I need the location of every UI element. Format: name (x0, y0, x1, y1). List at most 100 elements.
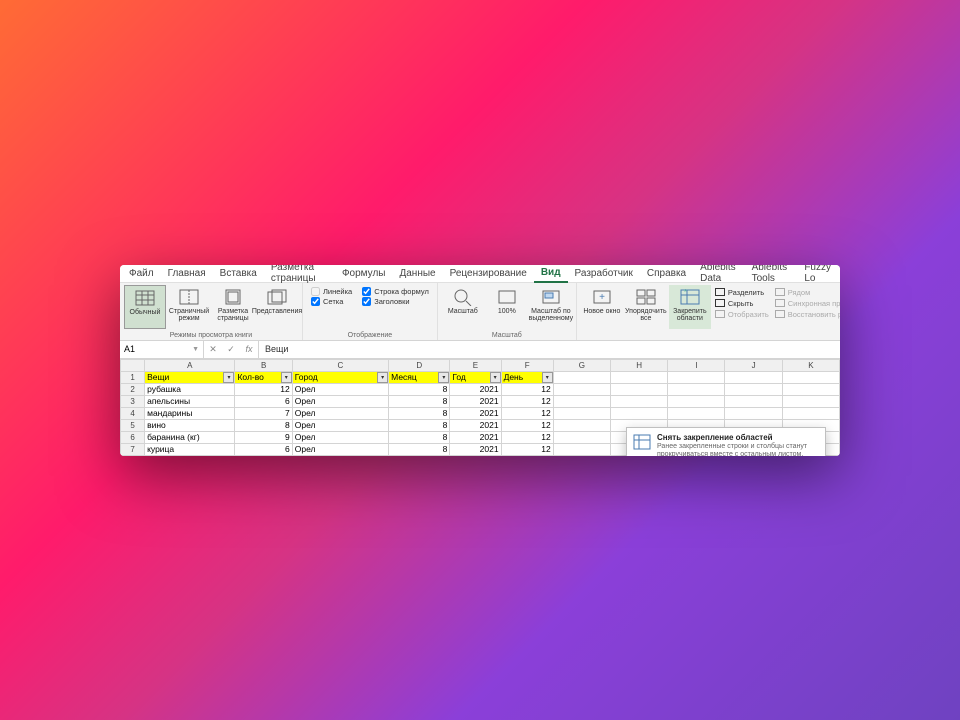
headings-checkbox[interactable]: Заголовки (362, 297, 429, 306)
fx-button[interactable]: fx (240, 341, 258, 358)
cell[interactable] (610, 395, 667, 407)
name-box[interactable]: A1 ▼ (120, 341, 204, 358)
cancel-formula-button[interactable]: ✕ (204, 341, 222, 358)
cell[interactable] (725, 407, 782, 419)
cell[interactable]: Орел (292, 443, 388, 455)
cell[interactable]: 8 (389, 383, 450, 395)
cell[interactable] (782, 371, 839, 383)
cell[interactable]: Город▾ (292, 371, 388, 383)
cell[interactable] (668, 407, 725, 419)
cell[interactable]: 9 (235, 431, 292, 443)
filter-dropdown-icon[interactable]: ▾ (223, 372, 234, 383)
filter-dropdown-icon[interactable]: ▾ (490, 372, 501, 383)
cell[interactable]: День▾ (501, 371, 553, 383)
cell[interactable]: 12 (501, 395, 553, 407)
cell[interactable] (610, 371, 667, 383)
custom-views-button[interactable]: Представления (256, 285, 298, 329)
tab-help[interactable]: Справка (640, 265, 693, 282)
cell[interactable]: 12 (235, 383, 292, 395)
page-break-view-button[interactable]: Страничный режим (168, 285, 210, 329)
cell[interactable]: 2021 (450, 419, 501, 431)
filter-dropdown-icon[interactable]: ▾ (438, 372, 449, 383)
row-header[interactable]: 5 (121, 419, 145, 431)
new-window-button[interactable]: + Новое окно (581, 285, 623, 329)
cell[interactable]: 2021 (450, 383, 501, 395)
cell[interactable]: 8 (389, 395, 450, 407)
hide-button[interactable]: Скрыть (715, 298, 769, 309)
row-header[interactable]: 6 (121, 431, 145, 443)
ruler-checkbox[interactable]: Линейка (311, 287, 352, 296)
cell[interactable]: 8 (389, 443, 450, 455)
cell[interactable]: 12 (501, 383, 553, 395)
tab-data[interactable]: Данные (392, 265, 442, 282)
cell[interactable]: Орел (292, 407, 388, 419)
cell[interactable]: Орел (292, 419, 388, 431)
col-header-c[interactable]: C (292, 359, 388, 371)
tab-view[interactable]: Вид (534, 265, 568, 283)
cell[interactable] (668, 371, 725, 383)
cell[interactable]: Орел (292, 395, 388, 407)
cell[interactable]: 2021 (450, 395, 501, 407)
cell[interactable]: апельсины (145, 395, 235, 407)
cell[interactable]: Год▾ (450, 371, 501, 383)
accept-formula-button[interactable]: ✓ (222, 341, 240, 358)
cell[interactable]: рубашка (145, 383, 235, 395)
unfreeze-panes-item[interactable]: Снять закрепление областей Ранее закрепл… (627, 428, 825, 456)
zoom-selection-button[interactable]: Масштаб по выделенному (530, 285, 572, 329)
page-layout-button[interactable]: Разметка страницы (212, 285, 254, 329)
cell[interactable]: Орел (292, 383, 388, 395)
row-header[interactable]: 1 (121, 371, 145, 383)
row-header[interactable]: 7 (121, 443, 145, 455)
cell[interactable] (553, 443, 610, 455)
cell[interactable] (610, 383, 667, 395)
tab-file[interactable]: Файл (122, 265, 161, 282)
cell[interactable]: 2021 (450, 431, 501, 443)
cell[interactable] (668, 395, 725, 407)
col-header-j[interactable]: J (725, 359, 782, 371)
formula-bar-checkbox[interactable]: Строка формул (362, 287, 429, 296)
cell[interactable]: 12 (501, 407, 553, 419)
col-header-k[interactable]: K (782, 359, 839, 371)
cell[interactable]: 8 (389, 431, 450, 443)
cell[interactable] (553, 419, 610, 431)
select-all-corner[interactable] (121, 359, 145, 371)
normal-view-button[interactable]: Обычный (124, 285, 166, 329)
cell[interactable]: 8 (389, 407, 450, 419)
cell[interactable]: Вещи▾ (145, 371, 235, 383)
cell[interactable] (782, 383, 839, 395)
col-header-a[interactable]: A (145, 359, 235, 371)
cell[interactable] (725, 395, 782, 407)
col-header-i[interactable]: I (668, 359, 725, 371)
cell[interactable]: 12 (501, 431, 553, 443)
cell[interactable]: 8 (235, 419, 292, 431)
arrange-all-button[interactable]: Упорядочить все (625, 285, 667, 329)
cell[interactable] (553, 431, 610, 443)
freeze-panes-button[interactable]: * Закрепить области (669, 285, 711, 329)
cell[interactable] (782, 395, 839, 407)
filter-dropdown-icon[interactable]: ▾ (377, 372, 388, 383)
cell[interactable] (553, 383, 610, 395)
cell[interactable]: курица (145, 443, 235, 455)
cell[interactable]: баранина (кг) (145, 431, 235, 443)
col-header-h[interactable]: H (610, 359, 667, 371)
col-header-g[interactable]: G (553, 359, 610, 371)
cell[interactable] (553, 395, 610, 407)
cell[interactable] (668, 383, 725, 395)
cell[interactable]: мандарины (145, 407, 235, 419)
cell[interactable]: 12 (501, 419, 553, 431)
filter-dropdown-icon[interactable]: ▾ (281, 372, 292, 383)
row-header[interactable]: 2 (121, 383, 145, 395)
split-button[interactable]: Разделить (715, 287, 769, 298)
cell[interactable] (725, 383, 782, 395)
tab-formulas[interactable]: Формулы (335, 265, 393, 282)
cell[interactable] (553, 407, 610, 419)
gridlines-checkbox[interactable]: Сетка (311, 297, 352, 306)
zoom-100-button[interactable]: 100% (486, 285, 528, 329)
cell[interactable]: Орел (292, 431, 388, 443)
cell[interactable]: Месяц▾ (389, 371, 450, 383)
cell[interactable]: 8 (389, 419, 450, 431)
row-header[interactable]: 4 (121, 407, 145, 419)
cell[interactable]: 6 (235, 443, 292, 455)
cell[interactable]: вино (145, 419, 235, 431)
filter-dropdown-icon[interactable]: ▾ (542, 372, 553, 383)
